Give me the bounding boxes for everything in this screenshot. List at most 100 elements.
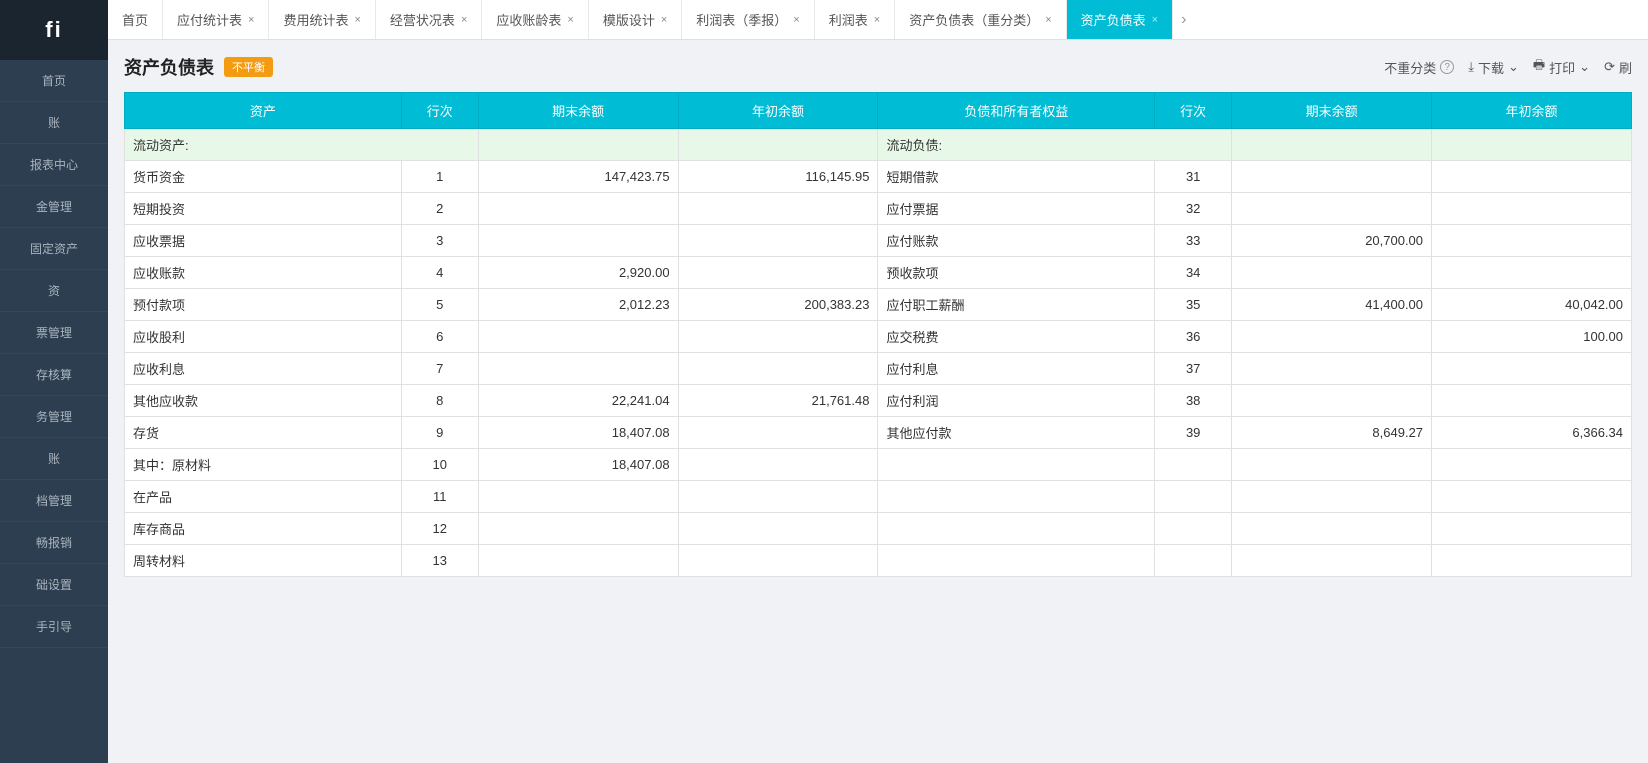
header-begin-balance: 年初余额: [678, 93, 878, 129]
left-item-label[interactable]: 周转材料: [125, 545, 402, 577]
tab-payable-stats[interactable]: 应付统计表 ×: [163, 0, 269, 39]
print-button[interactable]: 🖶 打印 ⌄: [1533, 56, 1590, 78]
right-item-label[interactable]: 应付账款: [878, 225, 1155, 257]
right-item-label[interactable]: [878, 513, 1155, 545]
header-end-balance: 期末余额: [478, 93, 678, 129]
right-item-label[interactable]: 应付职工薪酬: [878, 289, 1155, 321]
report-table: 资产 行次 期末余额 年初余额 负债和所有者权益 行次 期末余额 年初余额 流动…: [124, 92, 1632, 577]
tab-template-design[interactable]: 模版设计 ×: [589, 0, 682, 39]
sidebar-item-account[interactable]: 账: [0, 102, 108, 144]
download-button[interactable]: ⤓ 下载 ⌄: [1468, 58, 1519, 77]
tab-close-profit[interactable]: ×: [874, 14, 880, 26]
tab-operations[interactable]: 经营状况表 ×: [376, 0, 482, 39]
table-header-row: 资产 行次 期末余额 年初余额 负债和所有者权益 行次 期末余额 年初余额: [125, 93, 1632, 129]
left-begin-balance: 116,145.95: [678, 161, 878, 193]
left-item-label[interactable]: 应收票据: [125, 225, 402, 257]
right-item-label[interactable]: 短期借款: [878, 161, 1155, 193]
right-row-no: 38: [1155, 385, 1232, 417]
content-area: 资产负债表 不平衡 不重分类 ? ⤓ 下载 ⌄ 🖶 打印 ⌄: [108, 40, 1648, 763]
left-item-label[interactable]: 应收利息: [125, 353, 402, 385]
tab-balance-reclassified[interactable]: 资产负债表（重分类） ×: [895, 0, 1066, 39]
right-row-no: 35: [1155, 289, 1232, 321]
left-item-label[interactable]: 存货: [125, 417, 402, 449]
sidebar-item-archive-mgmt[interactable]: 档管理: [0, 480, 108, 522]
print-icon: 🖶: [1533, 56, 1545, 78]
left-item-label[interactable]: 其中：原材料: [125, 449, 402, 481]
right-item-label[interactable]: 应付利润: [878, 385, 1155, 417]
help-icon[interactable]: ?: [1440, 60, 1454, 74]
download-icon: ⤓: [1468, 59, 1474, 75]
tab-close-receivable-aging[interactable]: ×: [567, 14, 573, 26]
sidebar-item-fixed-assets[interactable]: 固定资产: [0, 228, 108, 270]
left-item-label[interactable]: 货币资金: [125, 161, 402, 193]
right-begin-balance: [1432, 481, 1632, 513]
left-end-balance: [478, 481, 678, 513]
sidebar-item-guide[interactable]: 手引导: [0, 606, 108, 648]
tab-receivable-aging[interactable]: 应收账龄表 ×: [482, 0, 588, 39]
left-item-label[interactable]: 库存商品: [125, 513, 402, 545]
left-begin-balance: [678, 449, 878, 481]
tab-close-expense-stats[interactable]: ×: [354, 14, 360, 26]
sidebar-item-report-center[interactable]: 报表中心: [0, 144, 108, 186]
sidebar-item-finance-mgmt[interactable]: 务管理: [0, 396, 108, 438]
right-item-label[interactable]: 应付利息: [878, 353, 1155, 385]
left-item-label[interactable]: 其他应收款: [125, 385, 402, 417]
left-item-label[interactable]: 应收账款: [125, 257, 402, 289]
left-item-label[interactable]: 预付款项: [125, 289, 402, 321]
left-begin-balance: [678, 225, 878, 257]
sidebar-item-capital[interactable]: 资: [0, 270, 108, 312]
tab-balance[interactable]: 资产负债表 ×: [1067, 0, 1173, 39]
right-item-label[interactable]: [878, 481, 1155, 513]
left-end-balance: 147,423.75: [478, 161, 678, 193]
right-item-label[interactable]: 应交税费: [878, 321, 1155, 353]
tab-close-balance[interactable]: ×: [1152, 14, 1158, 26]
sidebar-item-ticket-mgmt[interactable]: 票管理: [0, 312, 108, 354]
right-item-label[interactable]: [878, 545, 1155, 577]
page-title-area: 资产负债表 不平衡: [124, 54, 273, 80]
sidebar-item-inventory[interactable]: 存核算: [0, 354, 108, 396]
right-end-balance: [1232, 481, 1432, 513]
left-row-no: 6: [401, 321, 478, 353]
right-item-label[interactable]: [878, 449, 1155, 481]
unbalanced-badge: 不平衡: [224, 57, 273, 77]
download-chevron-icon: ⌄: [1508, 59, 1519, 75]
tab-close-profit-quarterly[interactable]: ×: [793, 14, 799, 26]
tab-close-payable-stats[interactable]: ×: [248, 14, 254, 26]
sidebar: fi 首页 账 报表中心 金管理 固定资产 资 票管理 存核算 务管理 账 档管…: [0, 0, 108, 763]
sidebar-item-expense[interactable]: 畅报销: [0, 522, 108, 564]
print-chevron-icon: ⌄: [1579, 59, 1590, 75]
left-item-label[interactable]: 在产品: [125, 481, 402, 513]
right-begin-balance: [1432, 193, 1632, 225]
right-item-label[interactable]: 应付票据: [878, 193, 1155, 225]
tab-home[interactable]: 首页: [108, 0, 163, 39]
right-begin-balance: [1432, 225, 1632, 257]
tab-profit-quarterly[interactable]: 利润表（季报） ×: [682, 0, 814, 39]
left-row-no: 4: [401, 257, 478, 289]
left-begin-balance: [678, 481, 878, 513]
table-row: 短期投资 2 应付票据 32: [125, 193, 1632, 225]
page-header: 资产负债表 不平衡 不重分类 ? ⤓ 下载 ⌄ 🖶 打印 ⌄: [124, 54, 1632, 80]
table-section-row: 流动资产: 流动负债:: [125, 129, 1632, 161]
tab-expense-stats[interactable]: 费用统计表 ×: [269, 0, 375, 39]
sidebar-item-ledger[interactable]: 账: [0, 438, 108, 480]
sidebar-item-home[interactable]: 首页: [0, 60, 108, 102]
table-row: 应收票据 3 应付账款 33 20,700.00: [125, 225, 1632, 257]
right-end-balance: [1232, 257, 1432, 289]
right-item-label[interactable]: 其他应付款: [878, 417, 1155, 449]
tab-profit[interactable]: 利润表 ×: [815, 0, 895, 39]
tab-close-balance-reclassified[interactable]: ×: [1045, 14, 1051, 26]
main-area: 首页 应付统计表 × 费用统计表 × 经营状况表 × 应收账龄表 × 模版设计 …: [108, 0, 1648, 763]
no-reclassify-option[interactable]: 不重分类 ?: [1384, 58, 1454, 77]
sidebar-item-cash-mgmt[interactable]: 金管理: [0, 186, 108, 228]
sidebar-item-settings[interactable]: 础设置: [0, 564, 108, 606]
right-row-no: [1155, 449, 1232, 481]
tab-close-operations[interactable]: ×: [461, 14, 467, 26]
refresh-button[interactable]: ⟳ 刷: [1604, 58, 1632, 77]
tab-close-template-design[interactable]: ×: [661, 14, 667, 26]
tab-scroll-right[interactable]: ›: [1173, 0, 1194, 39]
left-row-no: 3: [401, 225, 478, 257]
left-item-label[interactable]: 应收股利: [125, 321, 402, 353]
right-item-label[interactable]: 预收款项: [878, 257, 1155, 289]
left-item-label[interactable]: 短期投资: [125, 193, 402, 225]
left-row-no: 11: [401, 481, 478, 513]
